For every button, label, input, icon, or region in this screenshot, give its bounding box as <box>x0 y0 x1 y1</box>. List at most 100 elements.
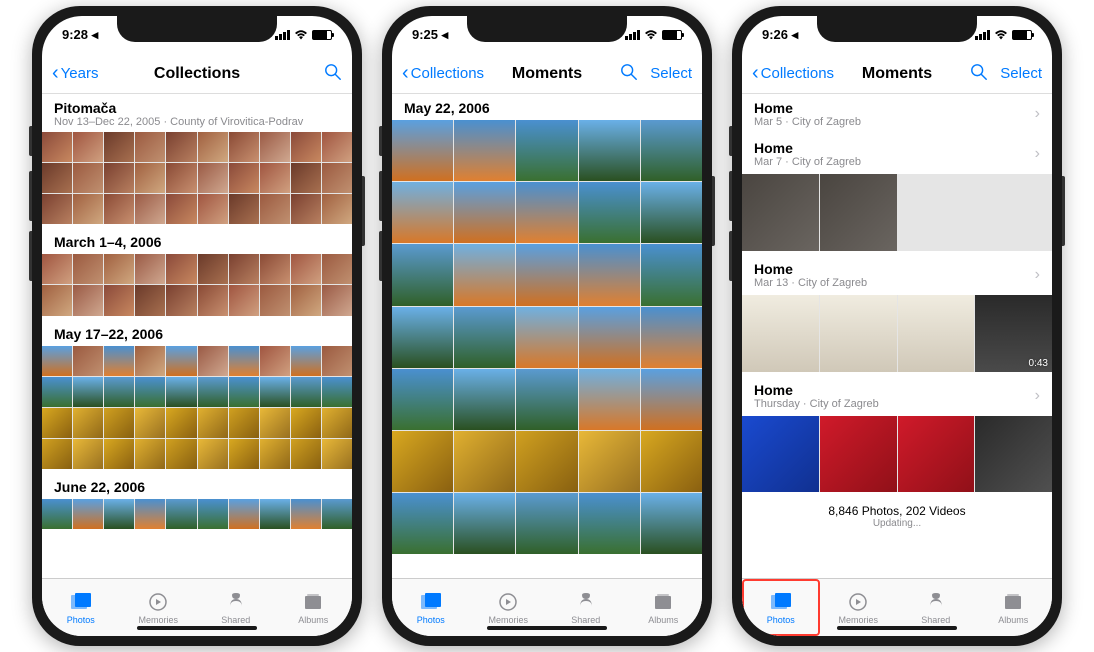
photo-thumbnail[interactable] <box>516 307 577 368</box>
tab-photos[interactable]: Photos <box>742 579 820 636</box>
moment-subtitle: Thursday · City of Zagreb <box>754 398 879 410</box>
search-icon[interactable] <box>324 63 342 85</box>
photo-thumbnail[interactable] <box>898 416 975 493</box>
tab-label: Photos <box>767 615 795 625</box>
moment-grid[interactable]: 0:43 <box>742 295 1052 372</box>
content-scroll[interactable]: Home Mar 5 · City of Zagreb › Home Mar 7… <box>742 94 1052 578</box>
status-time: 9:26 ◂ <box>762 27 798 43</box>
photo-thumbnail[interactable] <box>579 182 640 243</box>
video-thumbnail[interactable]: 0:43 <box>975 295 1052 372</box>
photo-thumbnail[interactable] <box>579 431 640 492</box>
moment-subtitle: Mar 5 · City of Zagreb <box>754 116 861 128</box>
photo-thumbnail[interactable] <box>742 174 819 251</box>
home-indicator[interactable] <box>837 626 957 630</box>
nav-title: Moments <box>512 65 582 83</box>
video-duration: 0:43 <box>1029 358 1048 369</box>
tab-photos[interactable]: Photos <box>392 579 470 636</box>
photo-thumbnail[interactable] <box>392 493 453 554</box>
photo-thumbnail[interactable] <box>454 431 515 492</box>
back-button[interactable]: ‹ Collections <box>402 62 484 85</box>
battery-icon <box>1012 30 1032 40</box>
photo-thumbnail[interactable] <box>641 431 702 492</box>
moment-grid[interactable] <box>742 416 1052 493</box>
collection-header[interactable]: March 1–4, 2006 <box>42 228 352 254</box>
moment-header[interactable]: Home Mar 7 · City of Zagreb › <box>742 134 1052 174</box>
moments-grid[interactable] <box>392 120 702 554</box>
cellular-icon <box>275 30 290 40</box>
search-icon[interactable] <box>970 63 988 85</box>
moment-header[interactable]: Home Thursday · City of Zagreb › <box>742 376 1052 416</box>
content-scroll[interactable]: Pitomača Nov 13–Dec 22, 2005 · County of… <box>42 94 352 578</box>
moment-header[interactable]: Home Mar 5 · City of Zagreb › <box>742 94 1052 134</box>
photo-thumbnail[interactable] <box>392 369 453 430</box>
collection-grid[interactable] <box>42 346 352 469</box>
moment-subtitle: Mar 7 · City of Zagreb <box>754 156 861 168</box>
library-count: 8,846 Photos, 202 Videos <box>750 504 1044 518</box>
chevron-right-icon: › <box>1035 145 1040 163</box>
photo-thumbnail[interactable] <box>742 295 819 372</box>
back-button[interactable]: ‹ Years <box>52 62 98 85</box>
library-state: Updating... <box>750 518 1044 529</box>
photo-thumbnail[interactable] <box>392 182 453 243</box>
collection-header[interactable]: May 17–22, 2006 <box>42 320 352 346</box>
photo-thumbnail[interactable] <box>641 120 702 181</box>
photo-thumbnail[interactable] <box>579 369 640 430</box>
select-button[interactable]: Select <box>1000 65 1042 82</box>
tab-photos[interactable]: Photos <box>42 579 120 636</box>
photo-thumbnail[interactable] <box>454 120 515 181</box>
photo-thumbnail[interactable] <box>579 493 640 554</box>
photo-thumbnail[interactable] <box>392 244 453 305</box>
photo-thumbnail[interactable] <box>641 182 702 243</box>
content-scroll[interactable]: May 22, 2006 <box>392 94 702 578</box>
photo-thumbnail[interactable] <box>454 182 515 243</box>
photo-thumbnail[interactable] <box>516 244 577 305</box>
collection-grid[interactable] <box>42 254 352 315</box>
photo-thumbnail[interactable] <box>516 369 577 430</box>
tab-albums[interactable]: Albums <box>625 579 703 636</box>
photo-thumbnail[interactable] <box>641 244 702 305</box>
moment-header[interactable]: Home Mar 13 · City of Zagreb › <box>742 255 1052 295</box>
photo-thumbnail[interactable] <box>820 295 897 372</box>
photo-thumbnail[interactable] <box>898 295 975 372</box>
photo-thumbnail[interactable] <box>392 120 453 181</box>
collection-title: Pitomača <box>54 100 340 116</box>
tab-label: Memories <box>138 615 178 625</box>
photo-thumbnail[interactable] <box>975 416 1052 493</box>
home-indicator[interactable] <box>487 626 607 630</box>
photo-thumbnail[interactable] <box>579 120 640 181</box>
photo-thumbnail[interactable] <box>454 493 515 554</box>
photo-thumbnail[interactable] <box>392 431 453 492</box>
tab-albums[interactable]: Albums <box>975 579 1053 636</box>
moment-title: Home <box>754 382 879 398</box>
photo-thumbnail[interactable] <box>392 307 453 368</box>
collection-header[interactable]: June 22, 2006 <box>42 473 352 499</box>
photo-thumbnail[interactable] <box>579 307 640 368</box>
photo-thumbnail[interactable] <box>516 120 577 181</box>
back-button[interactable]: ‹ Collections <box>752 62 834 85</box>
photo-thumbnail[interactable] <box>641 369 702 430</box>
photo-thumbnail[interactable] <box>820 174 897 251</box>
photo-thumbnail[interactable] <box>454 307 515 368</box>
photo-thumbnail[interactable] <box>579 244 640 305</box>
photo-thumbnail[interactable] <box>454 369 515 430</box>
moment-grid[interactable] <box>742 174 1052 251</box>
phone-collections: 9:28 ◂ ‹ Years Collections <box>32 6 362 646</box>
collection-header[interactable]: Pitomača Nov 13–Dec 22, 2005 · County of… <box>42 94 352 132</box>
home-indicator[interactable] <box>137 626 257 630</box>
photo-thumbnail[interactable] <box>516 431 577 492</box>
collection-grid[interactable] <box>42 499 352 529</box>
photo-thumbnail[interactable] <box>516 182 577 243</box>
select-button[interactable]: Select <box>650 65 692 82</box>
photo-thumbnail[interactable] <box>454 244 515 305</box>
tab-label: Photos <box>67 615 95 625</box>
photo-thumbnail[interactable] <box>641 307 702 368</box>
moment-header[interactable]: May 22, 2006 <box>392 94 702 120</box>
tab-albums[interactable]: Albums <box>275 579 353 636</box>
photo-thumbnail[interactable] <box>516 493 577 554</box>
photo-thumbnail[interactable] <box>820 416 897 493</box>
collection-grid[interactable] <box>42 132 352 224</box>
photo-thumbnail[interactable] <box>641 493 702 554</box>
search-icon[interactable] <box>620 63 638 85</box>
photo-thumbnail[interactable] <box>742 416 819 493</box>
moment-title: Home <box>754 100 861 116</box>
